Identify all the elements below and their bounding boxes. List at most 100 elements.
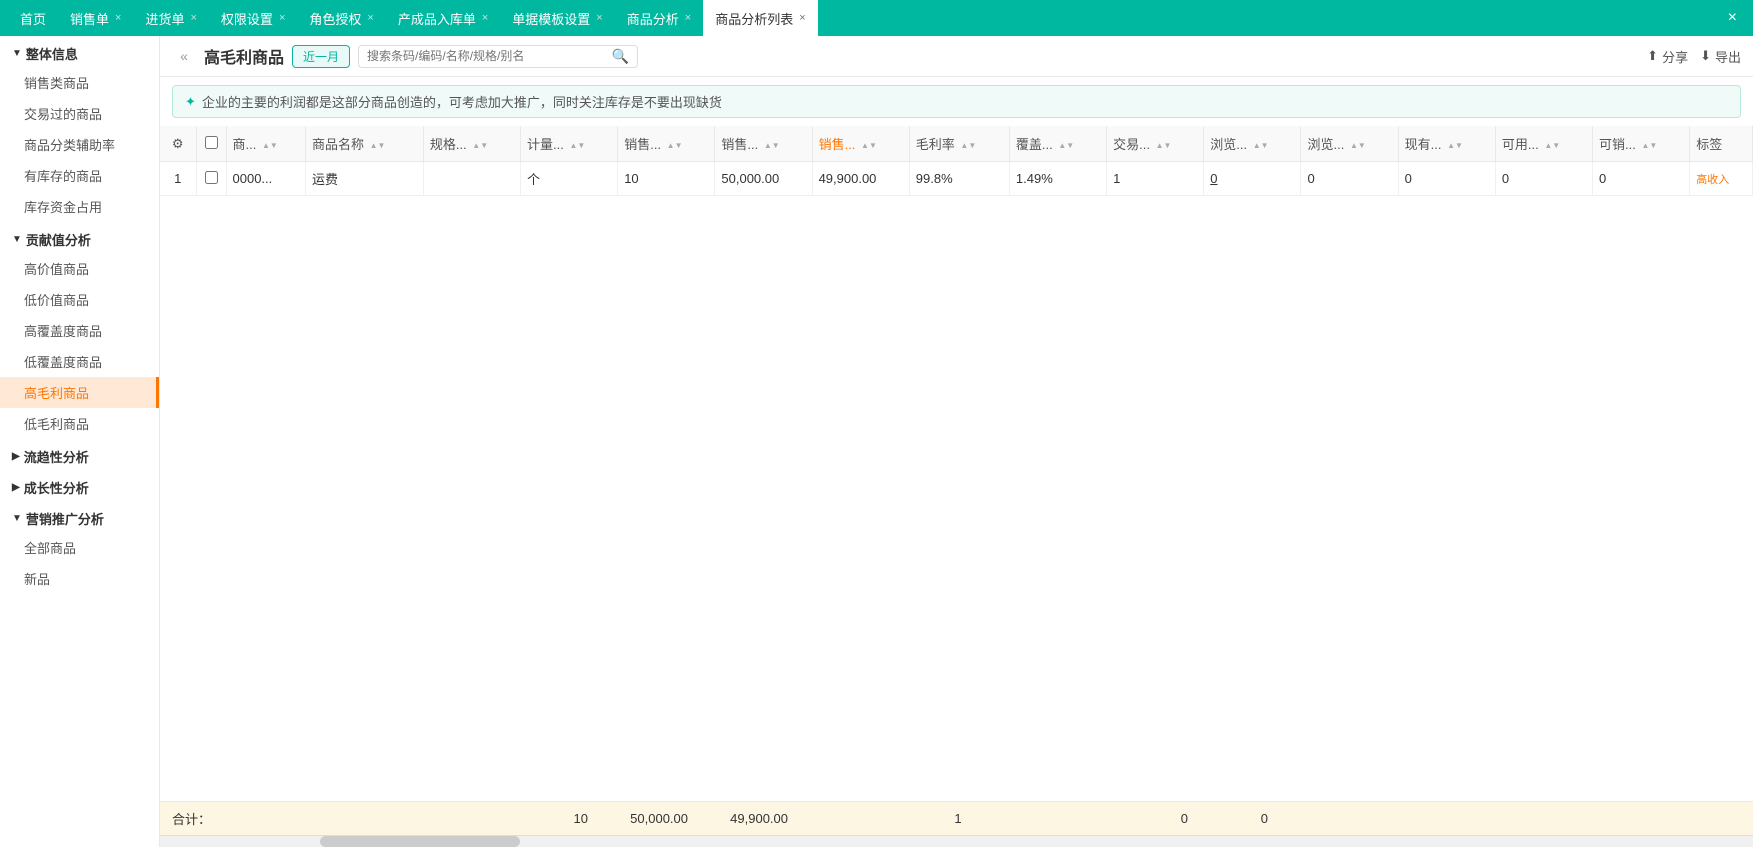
nav-roles[interactable]: 角色授权 ×: [297, 0, 385, 36]
sort-gross-margin-icon[interactable]: ▲▼: [960, 141, 976, 150]
sidebar-group-growth[interactable]: ▶ 成长性分析: [0, 470, 159, 501]
close-roles-icon[interactable]: ×: [367, 12, 373, 24]
sort-code-icon[interactable]: ▲▼: [262, 141, 278, 150]
sort-sales-count-icon[interactable]: ▲▼: [667, 141, 683, 150]
share-icon: ⬆: [1647, 48, 1658, 64]
col-sales-profit: 销售... ▲▼: [812, 126, 909, 162]
sort-browse1-icon[interactable]: ▲▼: [1253, 141, 1269, 150]
sidebar-group-contribution[interactable]: ▼ 贡献值分析: [0, 222, 159, 253]
row-checkbox[interactable]: [205, 171, 218, 184]
close-permissions-icon[interactable]: ×: [279, 12, 285, 24]
nav-template-settings[interactable]: 单据模板设置 ×: [500, 0, 614, 36]
row-sellable: 0: [1593, 162, 1690, 196]
sort-unit-icon[interactable]: ▲▼: [569, 141, 585, 150]
chevron-down-icon: ▼: [12, 48, 22, 59]
close-product-inbound-icon[interactable]: ×: [482, 12, 488, 24]
row-num: 1: [160, 162, 196, 196]
top-nav: 首页 销售单 × 进货单 × 权限设置 × 角色授权 × 产成品入库单 × 单据…: [0, 0, 1753, 36]
horizontal-scrollbar[interactable]: [160, 835, 1753, 847]
sidebar-item-new-goods[interactable]: 新品: [0, 563, 159, 594]
sort-spec-icon[interactable]: ▲▼: [472, 141, 488, 150]
search-input[interactable]: [367, 49, 612, 63]
sort-sales-amount-icon[interactable]: ▲▼: [764, 141, 780, 150]
nav-product-analysis-list[interactable]: 商品分析列表 ×: [703, 0, 817, 36]
col-name: 商品名称 ▲▼: [305, 126, 423, 162]
sidebar-item-high-margin[interactable]: 高毛利商品: [0, 377, 159, 408]
sidebar-item-low-value[interactable]: 低价值商品: [0, 284, 159, 315]
sort-available-stock-icon[interactable]: ▲▼: [1544, 141, 1560, 150]
close-purchase-icon[interactable]: ×: [190, 12, 196, 24]
sidebar-item-traded-goods[interactable]: 交易过的商品: [0, 98, 159, 129]
sidebar-group-marketing[interactable]: ▼ 营销推广分析: [0, 501, 159, 532]
sidebar-item-stock-capital[interactable]: 库存资金占用: [0, 191, 159, 222]
nav-permissions[interactable]: 权限设置 ×: [209, 0, 297, 36]
sidebar: ▼ 整体信息 销售类商品 交易过的商品 商品分类辅助率 有库存的商品 库存资金占…: [0, 36, 160, 847]
header-actions: ⬆ 分享 ⬇ 导出: [1647, 47, 1741, 66]
footer-sales-amount: 50,000.00: [588, 811, 688, 826]
nav-product-analysis[interactable]: 商品分析 ×: [615, 0, 703, 36]
row-browse2: 0: [1301, 162, 1398, 196]
row-checkbox-cell: [196, 162, 226, 196]
col-coverage: 覆盖... ▲▼: [1009, 126, 1106, 162]
close-product-analysis-icon[interactable]: ×: [685, 12, 691, 24]
window-close-button[interactable]: ×: [1720, 9, 1745, 27]
close-sales-order-icon[interactable]: ×: [115, 12, 121, 24]
sort-coverage-icon[interactable]: ▲▼: [1058, 141, 1074, 150]
select-all-checkbox[interactable]: [205, 136, 218, 149]
share-button[interactable]: ⬆ 分享: [1647, 47, 1688, 66]
chevron-down-icon3: ▼: [12, 513, 22, 524]
scrollbar-thumb[interactable]: [320, 836, 520, 847]
sidebar-group-trend[interactable]: ▶ 流趋性分析: [0, 439, 159, 470]
row-code: 0000...: [226, 162, 305, 196]
chevron-down-icon2: ▼: [12, 234, 22, 245]
row-gross-margin: 99.8%: [909, 162, 1009, 196]
col-code: 商... ▲▼: [226, 126, 305, 162]
nav-sales-order[interactable]: 销售单 ×: [58, 0, 133, 36]
nav-product-inbound[interactable]: 产成品入库单 ×: [386, 0, 500, 36]
chevron-right-icon: ▶: [12, 451, 20, 462]
sort-transaction-icon[interactable]: ▲▼: [1156, 141, 1172, 150]
browse1-link[interactable]: 0: [1210, 171, 1217, 186]
search-icon[interactable]: 🔍: [612, 48, 629, 65]
close-product-analysis-list-icon[interactable]: ×: [799, 12, 805, 24]
export-button[interactable]: ⬇ 导出: [1700, 47, 1741, 66]
content-header: « 高毛利商品 近一月 🔍 ⬆ 分享 ⬇ 导出: [160, 36, 1753, 77]
row-unit: 个: [521, 162, 618, 196]
table-row: 1 0000... 运费 个 10 50,000.00 49,900.00 99…: [160, 162, 1753, 196]
col-gross-margin: 毛利率 ▲▼: [909, 126, 1009, 162]
sidebar-item-high-coverage[interactable]: 高覆盖度商品: [0, 315, 159, 346]
row-browse1[interactable]: 0: [1204, 162, 1301, 196]
col-sales-count: 销售... ▲▼: [618, 126, 715, 162]
nav-home[interactable]: 首页: [8, 0, 58, 36]
sidebar-item-category-rate[interactable]: 商品分类辅助率: [0, 129, 159, 160]
sidebar-item-high-value[interactable]: 高价值商品: [0, 253, 159, 284]
main-layout: ▼ 整体信息 销售类商品 交易过的商品 商品分类辅助率 有库存的商品 库存资金占…: [0, 36, 1753, 847]
sidebar-item-all-goods[interactable]: 全部商品: [0, 532, 159, 563]
sort-sales-profit-icon[interactable]: ▲▼: [861, 141, 877, 150]
row-tag: 高收入: [1690, 162, 1753, 196]
sidebar-item-low-coverage[interactable]: 低覆盖度商品: [0, 346, 159, 377]
sidebar-group-overall[interactable]: ▼ 整体信息: [0, 36, 159, 67]
sidebar-item-sales-goods[interactable]: 销售类商品: [0, 67, 159, 98]
sidebar-item-low-margin[interactable]: 低毛利商品: [0, 408, 159, 439]
info-icon: ✦: [185, 94, 196, 110]
nav-purchase[interactable]: 进货单 ×: [133, 0, 208, 36]
sort-browse2-icon[interactable]: ▲▼: [1350, 141, 1366, 150]
filter-recent-month-button[interactable]: 近一月: [292, 45, 350, 68]
row-sales-count: 10: [618, 162, 715, 196]
sidebar-collapse-button[interactable]: «: [172, 44, 196, 68]
row-sales-amount: 50,000.00: [715, 162, 812, 196]
row-name: 运费: [305, 162, 423, 196]
data-table-wrapper: ⚙ 商... ▲▼ 商品名称 ▲▼ 规格...: [160, 126, 1753, 801]
sidebar-item-stocked-goods[interactable]: 有库存的商品: [0, 160, 159, 191]
footer-label: 合计：: [172, 809, 252, 828]
sort-current-stock-icon[interactable]: ▲▼: [1447, 141, 1463, 150]
sort-sellable-icon[interactable]: ▲▼: [1642, 141, 1658, 150]
page-title: 高毛利商品: [204, 44, 284, 68]
row-available-stock: 0: [1495, 162, 1592, 196]
footer-sales-count: 10: [508, 811, 588, 826]
col-sellable: 可销... ▲▼: [1593, 126, 1690, 162]
col-settings[interactable]: ⚙: [160, 126, 196, 162]
sort-name-icon[interactable]: ▲▼: [370, 141, 386, 150]
close-template-settings-icon[interactable]: ×: [596, 12, 602, 24]
